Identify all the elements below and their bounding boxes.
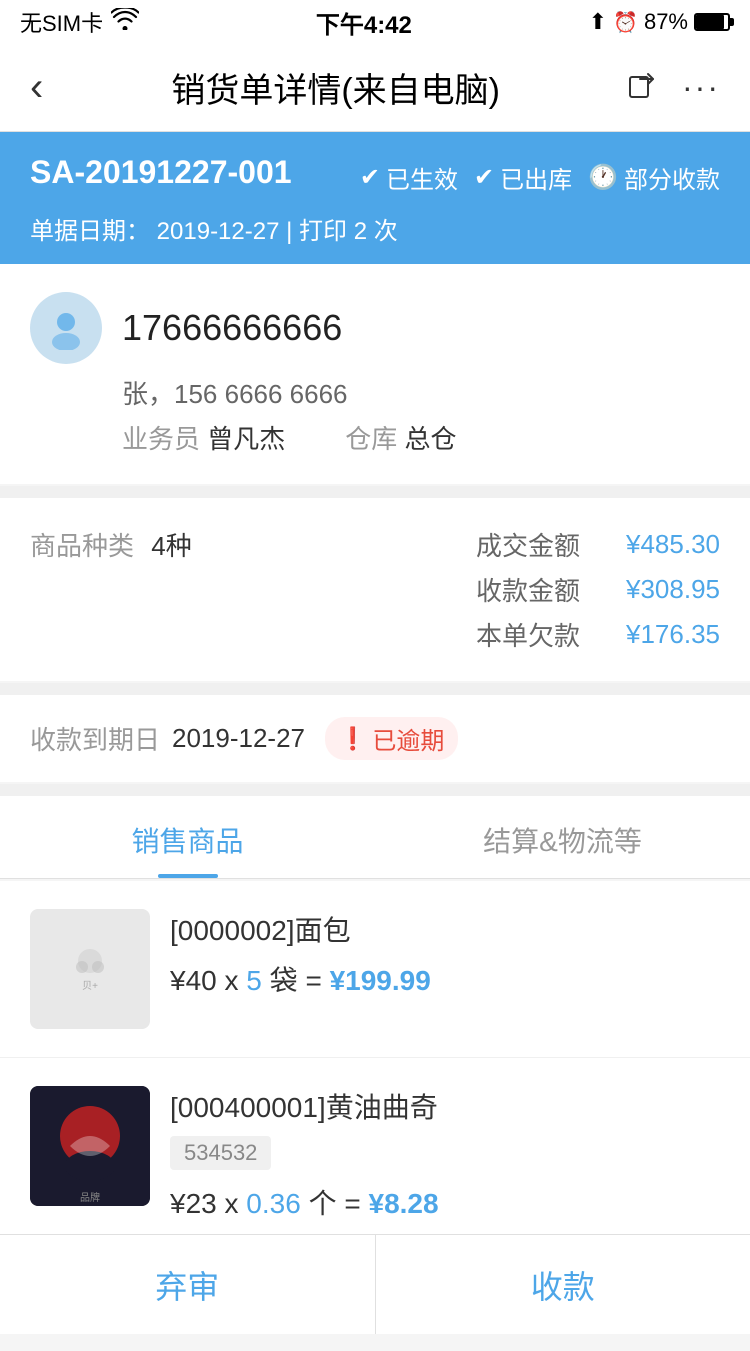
summary-amount-row: 成交金额 ¥485.30 [476, 526, 720, 563]
customer-row: 17666666666 [30, 292, 720, 364]
status-bar: 无SIM卡 下午4:42 ⬆ ⏰ 87% [0, 0, 750, 44]
received-value: ¥308.95 [600, 574, 720, 605]
abandon-review-button[interactable]: 弃审 [0, 1235, 376, 1334]
product-thumb-1: 贝+ [30, 909, 150, 1029]
customer-section: 17666666666 张，156 6666 6666 业务员 曾凡杰 仓库 总… [0, 264, 750, 484]
svg-text:贝+: 贝+ [82, 980, 98, 992]
product-info-1: [0000002]面包 ¥40 x 5 袋 = ¥199.99 [170, 909, 720, 999]
share-icon[interactable] [628, 69, 658, 106]
status-effective: ✔ 已生效 [360, 160, 458, 195]
order-status-row: ✔ 已生效 ✔ 已出库 🕐 部分收款 [360, 160, 720, 195]
battery-icon [694, 13, 730, 31]
summary-section: 商品种类 4种 成交金额 ¥485.30 收款金额 ¥308.95 本单欠款 ¥… [0, 498, 750, 681]
customer-phone: 17666666666 [122, 307, 342, 349]
product-info-2: [000400001]黄油曲奇 534532 ¥23 x 0.36 个 = ¥8… [170, 1086, 720, 1222]
status-left: 无SIM卡 [20, 6, 139, 38]
summary-debt-row: 本单欠款 ¥176.35 [476, 616, 720, 653]
wifi-icon [111, 8, 139, 36]
divider-1 [0, 486, 750, 498]
divider-3 [0, 784, 750, 796]
product-qty-2: 0.36 [246, 1188, 301, 1219]
order-id: SA-20191227-001 [30, 154, 292, 191]
battery-percent: 87% [644, 9, 688, 35]
list-item: 贝+ [0000002]面包 ¥40 x 5 袋 = ¥199.99 [0, 881, 750, 1058]
product-total-1: ¥199.99 [330, 965, 431, 996]
avatar [30, 292, 102, 364]
nav-left: ‹ [30, 65, 43, 110]
customer-meta: 业务员 曾凡杰 仓库 总仓 [122, 419, 720, 456]
amount-value: ¥485.30 [600, 529, 720, 560]
more-icon[interactable]: ··· [682, 69, 720, 106]
bottom-bar: 弃审 收款 [0, 1234, 750, 1334]
clock-icon: 🕐 [588, 163, 618, 192]
list-item: 品牌 [000400001]黄油曲奇 534532 ¥23 x 0.36 个 =… [0, 1058, 750, 1251]
product-total-2: ¥8.28 [369, 1188, 439, 1219]
collect-payment-button[interactable]: 收款 [376, 1235, 750, 1334]
check-icon-2: ✔ [474, 163, 494, 192]
due-date-section: 收款到期日 2019-12-27 ❗ 已逾期 [0, 695, 750, 782]
due-date-value: 2019-12-27 [172, 723, 305, 754]
summary-right: 成交金额 ¥485.30 收款金额 ¥308.95 本单欠款 ¥176.35 [476, 526, 720, 653]
product-sku-2: 534532 [170, 1136, 271, 1170]
svg-text:品牌: 品牌 [80, 1191, 100, 1204]
sales-info: 业务员 曾凡杰 [122, 419, 285, 456]
product-name-1: [0000002]面包 [170, 909, 720, 949]
product-thumb-2: 品牌 [30, 1086, 150, 1206]
product-name-2: [000400001]黄油曲奇 [170, 1086, 720, 1126]
alarm-icon: ⏰ [613, 10, 638, 35]
warehouse-info: 仓库 总仓 [345, 419, 456, 456]
order-date-row: 单据日期： 2019-12-27 | 打印 2 次 [30, 211, 720, 246]
customer-name: 张，156 6666 6666 [122, 374, 720, 411]
tab-products[interactable]: 销售商品 [0, 796, 375, 878]
nav-right: ··· [628, 69, 720, 106]
product-price-2: ¥23 x 0.36 个 = ¥8.28 [170, 1182, 720, 1222]
nav-bar: ‹ 销货单详情(来自电脑) ··· [0, 44, 750, 132]
page-title: 销货单详情(来自电脑) [171, 63, 500, 112]
product-price-1: ¥40 x 5 袋 = ¥199.99 [170, 959, 720, 999]
debt-value: ¥176.35 [600, 619, 720, 650]
back-button[interactable]: ‹ [30, 65, 43, 110]
product-list: 贝+ [0000002]面包 ¥40 x 5 袋 = ¥199.99 [0, 881, 750, 1251]
overdue-icon: ❗ [339, 726, 366, 752]
status-partial-payment: 🕐 部分收款 [588, 160, 720, 195]
summary-received-row: 收款金额 ¥308.95 [476, 571, 720, 608]
due-date-label: 收款到期日 [30, 720, 160, 757]
status-time: 下午4:42 [316, 5, 412, 40]
check-icon-1: ✔ [360, 163, 380, 192]
overdue-badge: ❗ 已逾期 [325, 717, 458, 760]
summary-left: 商品种类 4种 [30, 526, 192, 563]
carrier-label: 无SIM卡 [20, 6, 103, 38]
tab-settlement[interactable]: 结算&物流等 [375, 796, 750, 878]
location-icon: ⬆ [589, 9, 607, 35]
divider-2 [0, 683, 750, 695]
status-shipped: ✔ 已出库 [474, 160, 572, 195]
product-qty-1: 5 [246, 965, 262, 996]
tabs-bar: 销售商品 结算&物流等 [0, 796, 750, 879]
overdue-label: 已逾期 [372, 721, 444, 756]
order-header: SA-20191227-001 ✔ 已生效 ✔ 已出库 🕐 部分收款 单据日期：… [0, 132, 750, 264]
status-right: ⬆ ⏰ 87% [589, 9, 730, 35]
